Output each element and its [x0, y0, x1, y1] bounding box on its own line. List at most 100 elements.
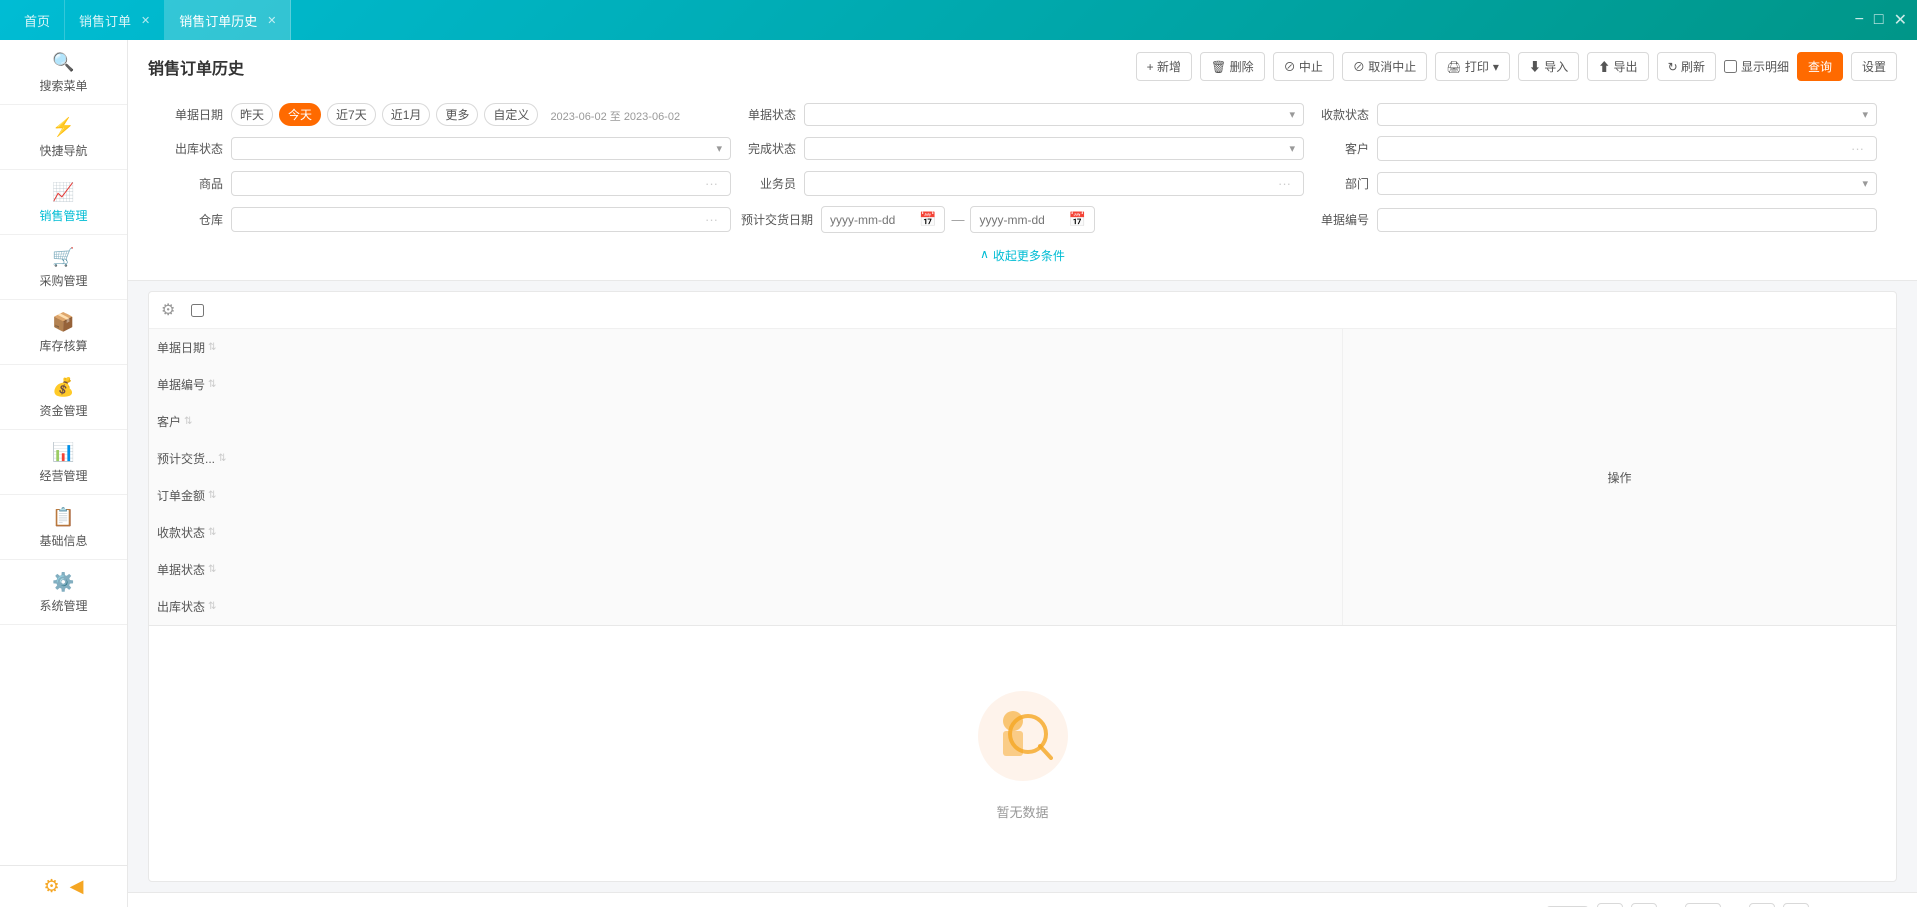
date-btn-7days[interactable]: 近7天 — [327, 103, 376, 126]
date-btn-today[interactable]: 今天 — [279, 103, 321, 126]
tab-sales-order-history[interactable]: 销售订单历史 ✕ — [165, 0, 291, 40]
th-date-sort-icon: ⇅ — [208, 342, 216, 353]
delivery-status-select[interactable]: ▾ — [231, 137, 731, 160]
empty-state: 暂无数据 — [149, 626, 1896, 881]
sidebar-item-search-menu[interactable]: 🔍 搜索菜单 — [0, 40, 127, 105]
sidebar-item-operations-label: 经营管理 — [39, 467, 87, 484]
cancel-stop-button[interactable]: ⊘ 取消中止 — [1342, 52, 1427, 81]
th-date[interactable]: 单据日期 ⇅ — [149, 329, 1343, 366]
th-payment-sort-icon: ⇅ — [208, 527, 216, 538]
table-settings-icon[interactable]: ⚙ — [161, 300, 175, 320]
sidebar-item-quick-nav[interactable]: ⚡ 快捷导航 — [0, 105, 127, 170]
th-no[interactable]: 单据编号 ⇅ — [149, 366, 1343, 403]
maximize-icon[interactable]: □ — [1874, 11, 1884, 29]
th-delivery-status-label: 出库状态 — [157, 598, 205, 615]
tab-sales-order-history-close[interactable]: ✕ — [267, 14, 276, 27]
order-status-select[interactable]: ▾ — [804, 103, 1304, 126]
settings-button[interactable]: 设置 — [1851, 52, 1897, 81]
close-icon[interactable]: ✕ — [1894, 10, 1907, 30]
product-ellipsis-icon[interactable]: ··· — [701, 176, 722, 191]
sidebar-item-operations[interactable]: 📊 经营管理 — [0, 430, 127, 495]
base-info-icon: 📋 — [52, 507, 74, 528]
delivery-date-end-input[interactable] — [979, 213, 1064, 227]
dept-select[interactable]: ▾ — [1377, 172, 1877, 195]
payment-status-label: 收款状态 — [1314, 106, 1369, 123]
date-btn-custom[interactable]: 自定义 — [484, 103, 538, 126]
product-input[interactable]: ··· — [231, 171, 731, 196]
th-delivery-status[interactable]: 出库状态 ⇅ — [149, 588, 1343, 625]
sidebar-item-base-info-label: 基础信息 — [39, 532, 87, 549]
th-customer-sort-icon: ⇅ — [184, 416, 192, 427]
delete-button[interactable]: 🗑 删除 — [1200, 52, 1265, 81]
th-order-status[interactable]: 单据状态 ⇅ — [149, 551, 1343, 588]
order-no-text-input[interactable] — [1386, 213, 1868, 227]
tab-sales-order[interactable]: 销售订单 ✕ — [65, 0, 165, 40]
warehouse-text-input[interactable] — [240, 213, 701, 227]
delivery-date-start[interactable]: 📅 — [821, 206, 945, 233]
payment-status-select[interactable]: ▾ — [1377, 103, 1877, 126]
sidebar-item-finance-label: 资金管理 — [39, 402, 87, 419]
salesperson-text-input[interactable] — [813, 177, 1274, 191]
display-toggle-checkbox[interactable] — [1724, 60, 1737, 73]
page-first-button[interactable]: |◀ — [1597, 903, 1623, 907]
order-no-input[interactable] — [1377, 208, 1877, 232]
query-button[interactable]: 查询 — [1797, 52, 1843, 81]
th-payment[interactable]: 收款状态 ⇅ — [149, 514, 1343, 551]
warehouse-ellipsis-icon[interactable]: ··· — [701, 212, 722, 227]
date-btn-yesterday[interactable]: 昨天 — [231, 103, 273, 126]
sidebar-item-inventory-label: 库存核算 — [39, 337, 87, 354]
delivery-date-end[interactable]: 📅 — [970, 206, 1094, 233]
sidebar: 🔍 搜索菜单 ⚡ 快捷导航 📈 销售管理 🛒 采购管理 📦 库存核算 💰 资金管… — [0, 40, 128, 907]
customer-text-input[interactable] — [1386, 142, 1847, 156]
sidebar-item-base-info[interactable]: 📋 基础信息 — [0, 495, 127, 560]
import-button[interactable]: ⬇ 导入 — [1518, 52, 1579, 81]
sidebar-collapse-icon[interactable]: ◀ — [70, 876, 84, 897]
th-customer[interactable]: 客户 ⇅ — [149, 403, 1343, 440]
sidebar-item-quick-nav-label: 快捷导航 — [39, 142, 87, 159]
add-button[interactable]: + 新增 — [1136, 52, 1192, 81]
salesperson-input[interactable]: ··· — [804, 171, 1304, 196]
filter-row-4: 仓库 ··· 预计交货日期 📅 — — [168, 206, 1877, 233]
minimize-icon[interactable]: − — [1855, 11, 1864, 29]
collapse-row[interactable]: ∧ 收起更多条件 — [168, 243, 1877, 268]
delivery-date-start-input[interactable] — [830, 213, 915, 227]
sales-mgmt-icon: 📈 — [52, 182, 74, 203]
select-all-checkbox[interactable] — [191, 304, 204, 317]
salesperson-ellipsis-icon[interactable]: ··· — [1274, 176, 1295, 191]
customer-input[interactable]: ··· — [1377, 136, 1877, 161]
date-btn-more[interactable]: 更多 — [436, 103, 478, 126]
delivery-date-end-calendar-icon[interactable]: 📅 — [1068, 211, 1085, 228]
customer-ellipsis-icon[interactable]: ··· — [1847, 141, 1868, 156]
th-delivery[interactable]: 预计交货... ⇅ — [149, 440, 1343, 477]
tab-sales-order-close[interactable]: ✕ — [141, 14, 150, 27]
page-number-input[interactable] — [1685, 903, 1721, 907]
th-amount[interactable]: 订单金额 ⇅ — [149, 477, 1343, 514]
print-label: 🖨 打印 — [1446, 58, 1489, 75]
sidebar-item-system-mgmt[interactable]: ⚙️ 系统管理 — [0, 560, 127, 625]
page-prev-button[interactable]: ◀ — [1631, 903, 1657, 907]
page-last-button[interactable]: ▶| — [1783, 903, 1809, 907]
th-date-label: 单据日期 — [157, 339, 205, 356]
date-btn-1month[interactable]: 近1月 — [382, 103, 431, 126]
sidebar-settings-icon[interactable]: ⚙ — [44, 876, 60, 897]
sidebar-item-system-mgmt-label: 系统管理 — [39, 597, 87, 614]
th-amount-label: 订单金额 — [157, 487, 205, 504]
content-area: 销售订单历史 + 新增 🗑 删除 ⊘ 中止 ⊘ 取消中止 🖨 打印 ▾ ⬇ 导入… — [128, 40, 1917, 907]
stop-button[interactable]: ⊘ 中止 — [1273, 52, 1334, 81]
product-text-input[interactable] — [240, 177, 701, 191]
sidebar-item-finance[interactable]: 💰 资金管理 — [0, 365, 127, 430]
sidebar-item-purchase-mgmt[interactable]: 🛒 采购管理 — [0, 235, 127, 300]
print-button[interactable]: 🖨 打印 ▾ — [1435, 52, 1510, 81]
sidebar-item-sales-mgmt[interactable]: 📈 销售管理 — [0, 170, 127, 235]
page-next-button[interactable]: ▶ — [1749, 903, 1775, 907]
filter-delivery-status-cell: 出库状态 ▾ — [168, 136, 731, 161]
tab-home[interactable]: 首页 — [10, 0, 65, 40]
filter-area: 单据日期 昨天 今天 近7天 近1月 更多 自定义 2023-06-02 至 2… — [148, 93, 1897, 280]
export-button[interactable]: ⬆ 导出 — [1587, 52, 1648, 81]
warehouse-input[interactable]: ··· — [231, 207, 731, 232]
finance-icon: 💰 — [52, 377, 74, 398]
delivery-date-start-calendar-icon[interactable]: 📅 — [919, 211, 936, 228]
completion-status-select[interactable]: ▾ — [804, 137, 1304, 160]
sidebar-item-inventory[interactable]: 📦 库存核算 — [0, 300, 127, 365]
refresh-button[interactable]: ↻ 刷新 — [1657, 52, 1716, 81]
